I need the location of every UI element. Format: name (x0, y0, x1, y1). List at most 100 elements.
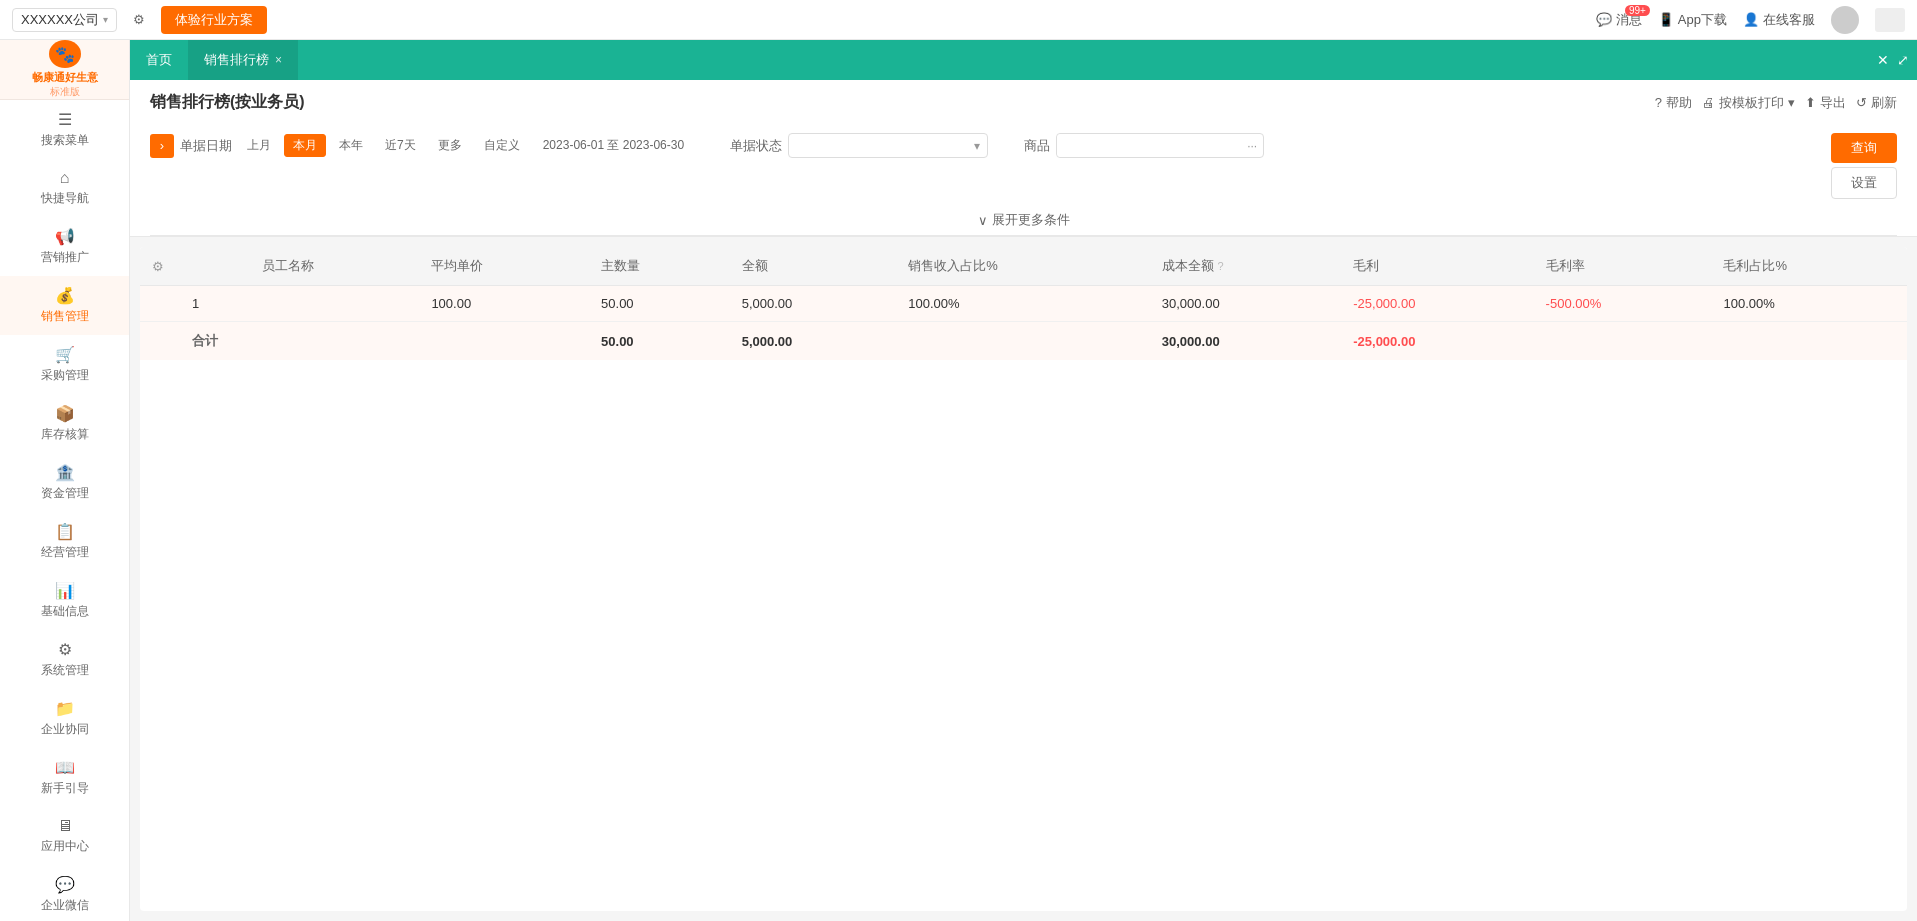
finance-icon: 🏦 (55, 463, 75, 482)
date-btn-this-month[interactable]: 本月 (284, 134, 326, 157)
goods-input[interactable] (1057, 134, 1241, 157)
row-gross-pct: 100.00% (1711, 286, 1907, 322)
summary-label: 合计 (180, 322, 419, 361)
sidebar-item-finance[interactable]: 🏦 资金管理 (0, 453, 129, 512)
summary-settings (140, 322, 180, 361)
col-gross-profit: 毛利 (1341, 247, 1533, 286)
sidebar-item-label: 应用中心 (41, 838, 89, 855)
row-total: 5,000.00 (730, 286, 897, 322)
expand-more-button[interactable]: ∨ 展开更多条件 (978, 211, 1070, 229)
settings-icon[interactable]: ⚙ (125, 6, 153, 34)
table-header-row: ⚙ 员工名称 平均单价 主数量 全额 销售收入占比% 成本全额 ? (140, 247, 1907, 286)
trial-button[interactable]: 体验行业方案 (161, 6, 267, 34)
col-total: 全额 (730, 247, 897, 286)
filter-arrow-icon[interactable]: › (150, 134, 174, 158)
chevron-down-icon: ▾ (103, 14, 108, 25)
col-settings: ⚙ (140, 247, 180, 286)
export-button[interactable]: ⬆ 导出 (1805, 94, 1846, 112)
expand-label: 展开更多条件 (992, 211, 1070, 229)
expand-row: ∨ 展开更多条件 (150, 199, 1897, 235)
logo-text: 畅康通好生意 (32, 70, 98, 85)
enterprise-icon: 📁 (55, 699, 75, 718)
sidebar-item-basic-info[interactable]: 📊 基础信息 (0, 571, 129, 630)
filter-right-col: 查询 设置 (1831, 133, 1897, 199)
sidebar-item-inventory[interactable]: 📦 库存核算 (0, 394, 129, 453)
status-select-wrapper (788, 133, 988, 158)
sidebar-item-label: 企业微信 (41, 897, 89, 914)
row-rank: 1 (180, 286, 250, 322)
inventory-icon: 📦 (55, 404, 75, 423)
date-btn-custom[interactable]: 自定义 (475, 134, 529, 157)
sidebar-item-label: 经营管理 (41, 544, 89, 561)
message-button[interactable]: 💬 消息 99+ (1596, 11, 1642, 29)
query-button[interactable]: 查询 (1831, 133, 1897, 163)
purchase-icon: 🛒 (55, 345, 75, 364)
sidebar-item-label: 搜索菜单 (41, 132, 89, 149)
tab-close-icon[interactable]: × (275, 53, 282, 67)
company-selector[interactable]: XXXXXX公司 ▾ (12, 8, 117, 32)
goods-more-icon[interactable]: ··· (1241, 139, 1263, 153)
goods-input-wrapper: ··· (1056, 133, 1264, 158)
status-select[interactable] (788, 133, 988, 158)
sidebar-item-app-center[interactable]: 🖥 应用中心 (0, 807, 129, 865)
sidebar-item-system[interactable]: ⚙ 系统管理 (0, 630, 129, 689)
table-footer: 合计 50.00 5,000.00 30,000.00 -25,000.00 (140, 322, 1907, 361)
avatar[interactable] (1831, 6, 1859, 34)
logo-area: 🐾 畅康通好生意 标准版 (0, 40, 129, 100)
help-icon: ? (1655, 95, 1662, 110)
sidebar-item-quicknav[interactable]: ⌂ 快捷导航 (0, 159, 129, 217)
summary-row: 合计 50.00 5,000.00 30,000.00 -25,000.00 (140, 322, 1907, 361)
app-label: App下载 (1678, 11, 1727, 29)
guide-icon: 📖 (55, 758, 75, 777)
sidebar-item-purchase[interactable]: 🛒 采购管理 (0, 335, 129, 394)
summary-cost-total: 30,000.00 (1150, 322, 1341, 361)
message-icon: 💬 (1596, 12, 1612, 27)
tab-sales-ranking[interactable]: 销售排行榜 × (188, 40, 298, 80)
app-download-button[interactable]: 📱 App下载 (1658, 11, 1727, 29)
tab-expand-icon[interactable]: ⤢ (1897, 52, 1909, 68)
print-button[interactable]: 🖨 按模板打印 ▾ (1702, 94, 1795, 112)
app-icon: 📱 (1658, 12, 1674, 27)
refresh-button[interactable]: ↺ 刷新 (1856, 94, 1897, 112)
sidebar-item-operations[interactable]: 📋 经营管理 (0, 512, 129, 571)
info-icon: 📊 (55, 581, 75, 600)
date-label: 单据日期 (180, 137, 232, 155)
user-name-placeholder (1875, 8, 1905, 32)
tab-close-all-icon[interactable]: ✕ (1877, 52, 1889, 68)
sidebar-item-search[interactable]: ☰ 搜索菜单 (0, 100, 129, 159)
date-btn-7days[interactable]: 近7天 (376, 134, 425, 157)
settings-button[interactable]: 设置 (1831, 167, 1897, 199)
col-cost-total: 成本全额 ? (1150, 247, 1341, 286)
online-service-button[interactable]: 👤 在线客服 (1743, 11, 1815, 29)
sidebar-item-wechat[interactable]: 💬 企业微信 (0, 865, 129, 921)
sidebar-item-label: 快捷导航 (41, 190, 89, 207)
sidebar-item-sales[interactable]: 💰 销售管理 (0, 276, 129, 335)
date-btn-more[interactable]: 更多 (429, 134, 471, 157)
sidebar-item-label: 资金管理 (41, 485, 89, 502)
tab-home[interactable]: 首页 (130, 40, 188, 80)
sidebar-item-guide[interactable]: 📖 新手引导 (0, 748, 129, 807)
sidebar-item-marketing[interactable]: 📢 营销推广 (0, 217, 129, 276)
help-label: 帮助 (1666, 94, 1692, 112)
sales-icon: 💰 (55, 286, 75, 305)
date-range: 2023-06-01 至 2023-06-30 (543, 137, 684, 154)
sidebar: 🐾 畅康通好生意 标准版 ☰ 搜索菜单 ⌂ 快捷导航 📢 营销推广 💰 销售管理… (0, 40, 130, 921)
row-qty: 50.00 (589, 286, 730, 322)
refresh-label: 刷新 (1871, 94, 1897, 112)
date-btn-last-month[interactable]: 上月 (238, 134, 280, 157)
col-name: 员工名称 (250, 247, 420, 286)
cost-help-icon[interactable]: ? (1217, 260, 1223, 272)
sidebar-item-label: 采购管理 (41, 367, 89, 384)
sidebar-item-enterprise[interactable]: 📁 企业协同 (0, 689, 129, 748)
print-label: 按模板打印 (1719, 94, 1784, 112)
service-label: 在线客服 (1763, 11, 1815, 29)
company-name: XXXXXX公司 (21, 11, 99, 29)
row-avg-price: 100.00 (419, 286, 589, 322)
row-gross-profit: -25,000.00 (1341, 286, 1533, 322)
marketing-icon: 📢 (55, 227, 75, 246)
sidebar-item-label: 系统管理 (41, 662, 89, 679)
export-icon: ⬆ (1805, 95, 1816, 110)
help-button[interactable]: ? 帮助 (1655, 94, 1692, 112)
date-btn-this-year[interactable]: 本年 (330, 134, 372, 157)
table-settings-icon[interactable]: ⚙ (152, 259, 164, 274)
